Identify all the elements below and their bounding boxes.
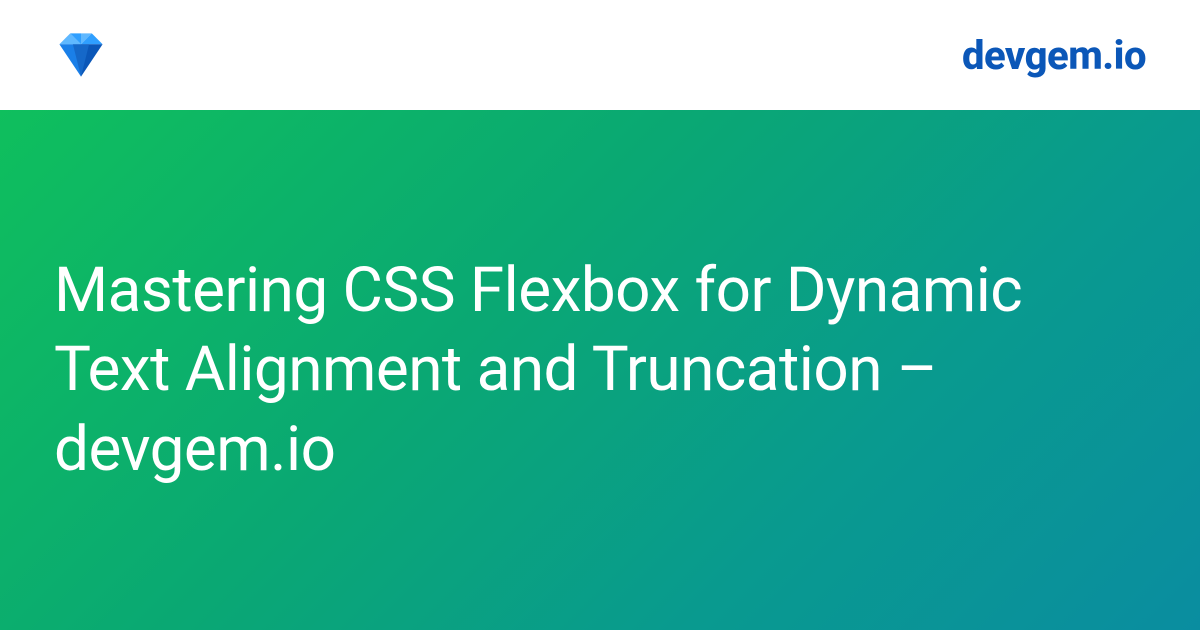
gem-icon (54, 28, 108, 82)
brand-text: devgem.io (962, 32, 1146, 79)
page-title: Mastering CSS Flexbox for Dynamic Text A… (54, 251, 1114, 489)
header: devgem.io (0, 0, 1200, 110)
hero-banner: Mastering CSS Flexbox for Dynamic Text A… (0, 110, 1200, 630)
